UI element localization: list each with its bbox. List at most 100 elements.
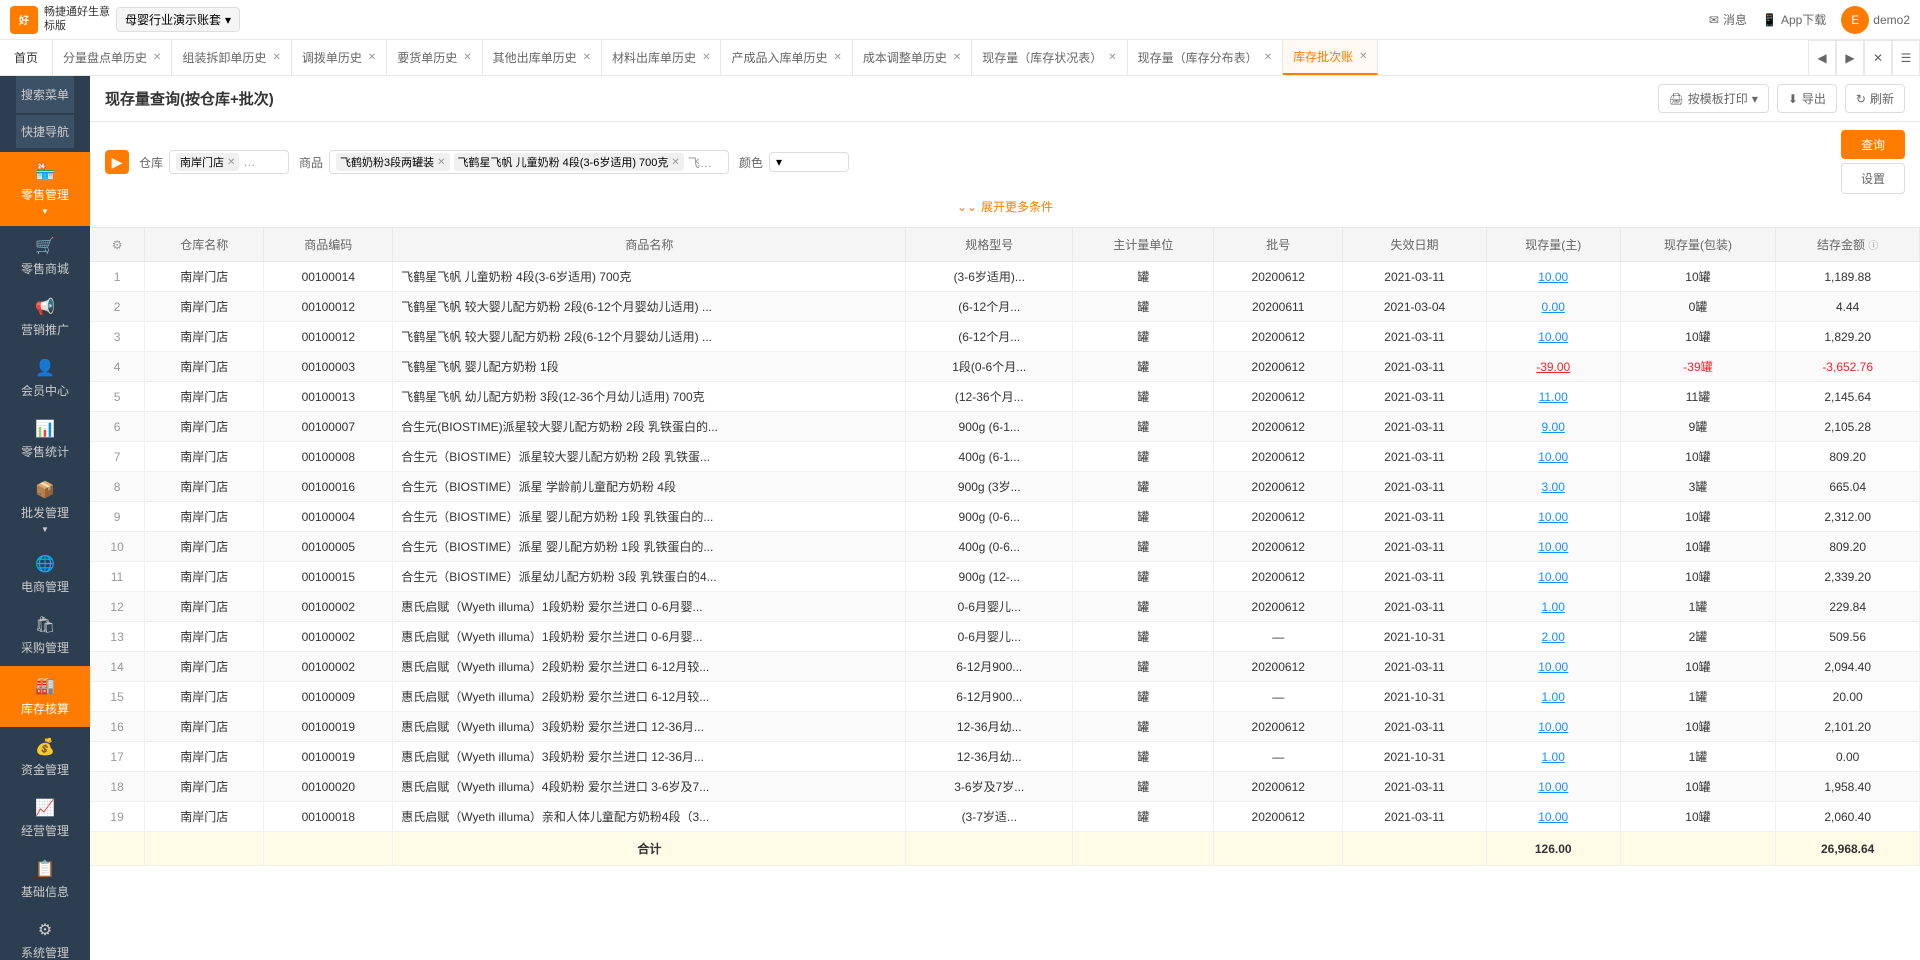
cell-amount: 809.20 xyxy=(1776,532,1920,562)
tab-close-all-btn[interactable]: ✕ xyxy=(1864,40,1892,76)
sidebar-search[interactable]: 搜索菜单 xyxy=(16,76,74,113)
warehouse-selector[interactable]: 母婴行业演示账套 ▾ xyxy=(116,7,240,32)
cell-qty-main[interactable]: 9.00 xyxy=(1486,412,1620,442)
tab-2[interactable]: 调拨单历史 ✕ xyxy=(292,40,387,75)
warehouse-tag-area[interactable]: 南岸门店 ✕ … xyxy=(169,150,289,174)
product-more-btn[interactable]: 飞… xyxy=(688,154,712,171)
cell-qty-main[interactable]: -39.00 xyxy=(1486,352,1620,382)
cell-qty-main[interactable]: 11.00 xyxy=(1486,382,1620,412)
expand-conditions-btn[interactable]: ⌄⌄ 展开更多条件 xyxy=(105,194,1905,219)
cell-qty-main[interactable]: 10.00 xyxy=(1486,322,1620,352)
product-tag-area[interactable]: 飞鹤奶粉3段两罐装 ✕ 飞鹤星飞帆 儿童奶粉 4段(3-6岁适用) 700克 ✕… xyxy=(329,150,729,174)
table-row: 19 南岸门店 00100018 惠氏启赋（Wyeth illuma）亲和人体儿… xyxy=(90,802,1920,832)
cell-qty-main[interactable]: 10.00 xyxy=(1486,772,1620,802)
warehouse-tag-close[interactable]: ✕ xyxy=(227,157,235,168)
sidebar-quick-nav[interactable]: 快捷导航 xyxy=(16,115,74,148)
cell-qty-main[interactable]: 10.00 xyxy=(1486,532,1620,562)
cell-qty-main[interactable]: 1.00 xyxy=(1486,742,1620,772)
th-name: 商品名称 xyxy=(393,228,906,262)
table-row: 2 南岸门店 00100012 飞鹤星飞帆 较大婴儿配方奶粉 2段(6-12个月… xyxy=(90,292,1920,322)
tab-next-btn[interactable]: ▶ xyxy=(1836,40,1864,76)
cell-qty-main[interactable]: 1.00 xyxy=(1486,682,1620,712)
tab-close-7[interactable]: ✕ xyxy=(953,52,961,63)
sidebar-item-purchase[interactable]: 🛍 采购管理 xyxy=(0,605,90,666)
sidebar-item-retail-mgmt[interactable]: 🏪 零售管理 ▼ xyxy=(0,152,90,226)
tab-close-5[interactable]: ✕ xyxy=(702,52,710,63)
cell-batch: 20200612 xyxy=(1214,442,1343,472)
tab-close-10[interactable]: ✕ xyxy=(1359,51,1367,62)
sidebar-item-system[interactable]: ⚙ 系统管理 xyxy=(0,910,90,960)
sidebar-item-marketing[interactable]: 📢 营销推广 xyxy=(0,287,90,348)
tab-close-4[interactable]: ✕ xyxy=(583,52,591,63)
cell-qty-main[interactable]: 1.00 xyxy=(1486,592,1620,622)
filter-toggle-btn[interactable]: ▶ xyxy=(105,150,129,174)
tab-close-0[interactable]: ✕ xyxy=(153,52,161,63)
refresh-btn[interactable]: ↻ 刷新 xyxy=(1845,84,1905,113)
cell-unit: 罐 xyxy=(1073,682,1214,712)
cell-qty-pkg: 9罐 xyxy=(1620,412,1776,442)
sidebar-item-members[interactable]: 👤 会员中心 xyxy=(0,348,90,409)
cell-unit: 罐 xyxy=(1073,712,1214,742)
table-row: 15 南岸门店 00100009 惠氏启赋（Wyeth illuma）2段奶粉 … xyxy=(90,682,1920,712)
tab-0[interactable]: 分量盘点单历史 ✕ xyxy=(53,40,172,75)
tab-close-1[interactable]: ✕ xyxy=(272,52,280,63)
cell-qty-main[interactable]: 10.00 xyxy=(1486,712,1620,742)
cell-expire: 2021-03-11 xyxy=(1343,802,1487,832)
cell-warehouse: 南岸门店 xyxy=(145,712,264,742)
cell-qty-main[interactable]: 10.00 xyxy=(1486,502,1620,532)
cell-qty-main[interactable]: 0.00 xyxy=(1486,292,1620,322)
cell-qty-main[interactable]: 3.00 xyxy=(1486,472,1620,502)
tab-close-2[interactable]: ✕ xyxy=(368,52,376,63)
tab-close-8[interactable]: ✕ xyxy=(1108,52,1116,63)
cell-amount: 20.00 xyxy=(1776,682,1920,712)
cell-qty-main[interactable]: 10.00 xyxy=(1486,442,1620,472)
tab-3[interactable]: 要货单历史 ✕ xyxy=(387,40,482,75)
sidebar-item-basic-info[interactable]: 📋 基础信息 xyxy=(0,849,90,910)
amount-info-icon[interactable]: ⓘ xyxy=(1868,241,1878,252)
export-btn[interactable]: ⬇ 导出 xyxy=(1777,84,1837,113)
sidebar-item-wholesale[interactable]: 📦 批发管理 ▼ xyxy=(0,470,90,544)
query-btn[interactable]: 查询 xyxy=(1841,130,1905,159)
tab-10[interactable]: 库存批次账 ✕ xyxy=(1283,40,1378,75)
sidebar-item-ecommerce[interactable]: 🌐 电商管理 xyxy=(0,544,90,605)
tab-prev-btn[interactable]: ◀ xyxy=(1808,40,1836,76)
product-tag-close-0[interactable]: ✕ xyxy=(437,157,445,168)
tab-close-3[interactable]: ✕ xyxy=(463,52,471,63)
tab-close-6[interactable]: ✕ xyxy=(833,52,841,63)
color-select-area[interactable]: ▾ xyxy=(769,152,849,172)
tab-close-9[interactable]: ✕ xyxy=(1264,52,1272,63)
cell-qty-main[interactable]: 10.00 xyxy=(1486,652,1620,682)
cell-qty-main[interactable]: 2.00 xyxy=(1486,622,1620,652)
chevron-icon: ▼ xyxy=(41,207,49,216)
tab-9[interactable]: 现存量（库存分布表） ✕ xyxy=(1128,40,1283,75)
sidebar-item-operations[interactable]: 📈 经营管理 xyxy=(0,788,90,849)
cell-batch: 20200612 xyxy=(1214,322,1343,352)
tab-8[interactable]: 现存量（库存状况表） ✕ xyxy=(972,40,1127,75)
cell-expire: 2021-03-11 xyxy=(1343,712,1487,742)
app-download-btn[interactable]: 📱 App下载 xyxy=(1762,11,1826,28)
th-settings[interactable]: ⚙ xyxy=(90,228,145,262)
settings-btn[interactable]: 设置 xyxy=(1841,163,1905,194)
print-btn[interactable]: 🖨 按模板打印 ▾ xyxy=(1658,84,1769,113)
cell-qty-main[interactable]: 10.00 xyxy=(1486,262,1620,292)
warehouse-more-btn[interactable]: … xyxy=(243,155,255,169)
cell-qty-main[interactable]: 10.00 xyxy=(1486,562,1620,592)
tab-6[interactable]: 产成品入库单历史 ✕ xyxy=(721,40,852,75)
sidebar-item-retail-store[interactable]: 🛒 零售商城 xyxy=(0,226,90,287)
cell-name: 合生元（BIOSTIME）派星 婴儿配方奶粉 1段 乳铁蛋白的... xyxy=(393,502,906,532)
tab-4[interactable]: 其他出库单历史 ✕ xyxy=(483,40,602,75)
user-menu[interactable]: E demo2 xyxy=(1841,6,1910,34)
cell-rownum: 14 xyxy=(90,652,145,682)
tab-home[interactable]: 首页 xyxy=(0,40,53,75)
page-header: 现存量查询(按仓库+批次) 🖨 按模板打印 ▾ ⬇ 导出 ↻ 刷新 xyxy=(90,76,1920,122)
product-tag-close-1[interactable]: ✕ xyxy=(671,157,679,168)
cell-qty-main[interactable]: 10.00 xyxy=(1486,802,1620,832)
sidebar-item-inventory[interactable]: 🏭 库存核算 xyxy=(0,666,90,727)
tab-menu-btn[interactable]: ☰ xyxy=(1892,40,1920,76)
tab-1[interactable]: 组装拆卸单历史 ✕ xyxy=(172,40,291,75)
sidebar-item-retail-stats[interactable]: 📊 零售统计 xyxy=(0,409,90,470)
tab-5[interactable]: 材料出库单历史 ✕ xyxy=(602,40,721,75)
tab-7[interactable]: 成本调整单历史 ✕ xyxy=(853,40,972,75)
messages-btn[interactable]: ✉ 消息 xyxy=(1709,11,1747,28)
sidebar-item-finance[interactable]: 💰 资金管理 xyxy=(0,727,90,788)
